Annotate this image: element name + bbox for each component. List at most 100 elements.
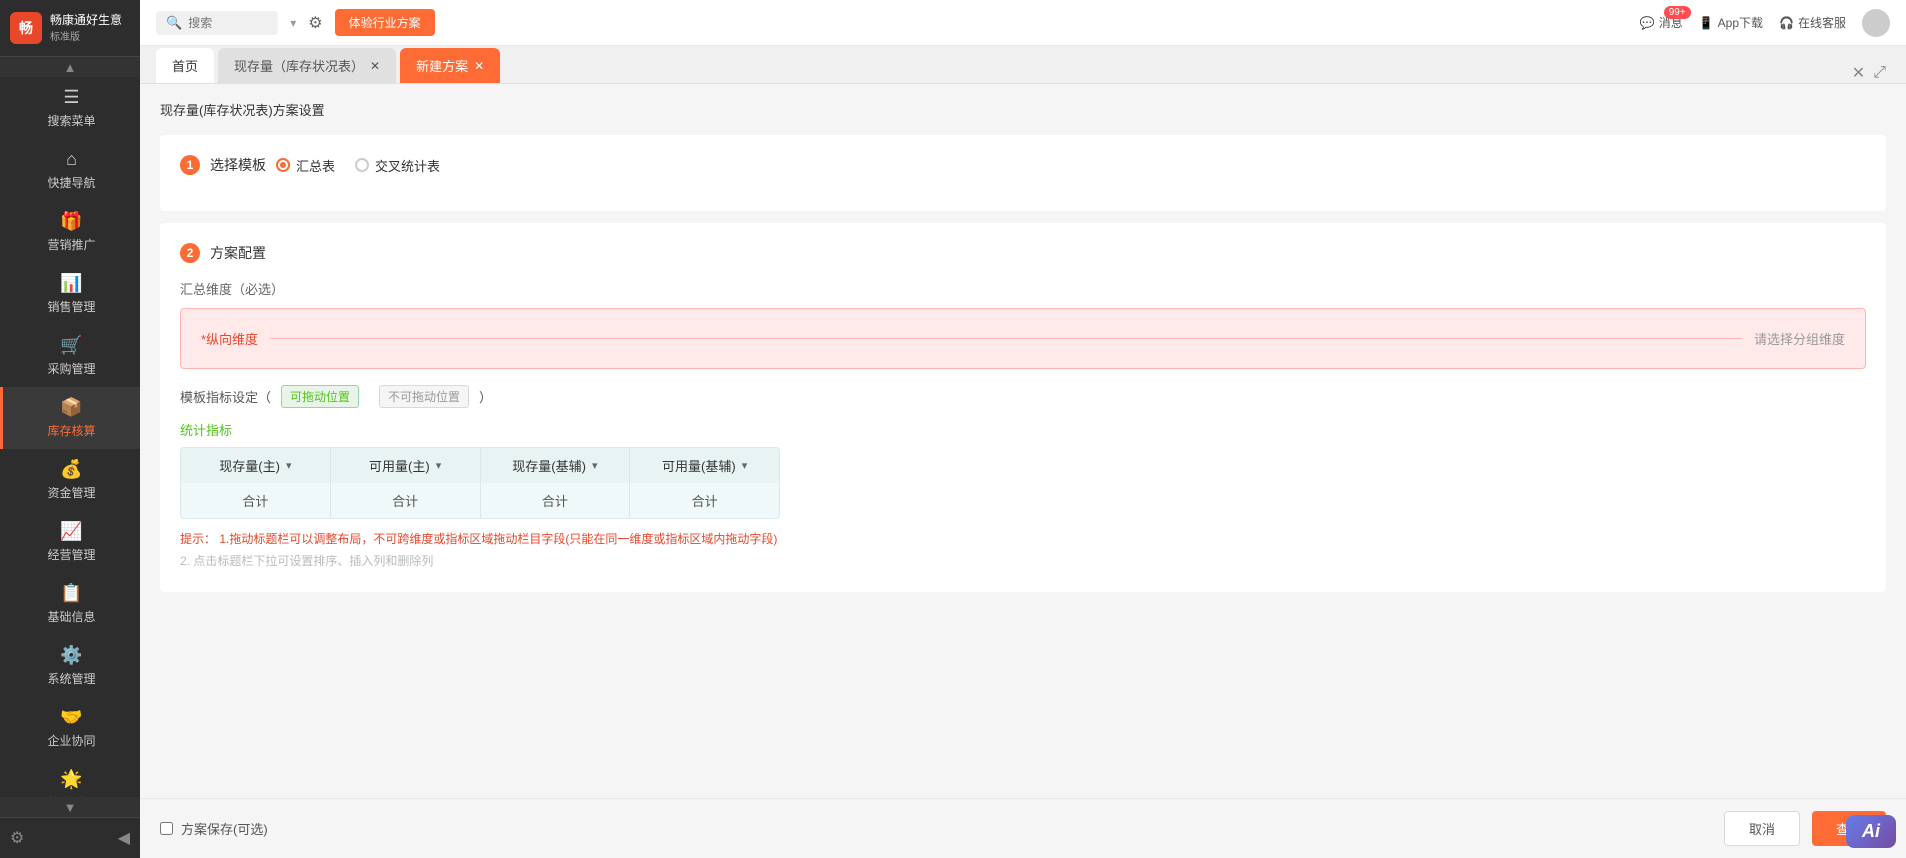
ai-badge[interactable]: Ai xyxy=(1846,815,1896,848)
settings-icon[interactable]: ⚙ xyxy=(10,828,24,848)
save-option[interactable]: 方案保存(可选) xyxy=(160,819,268,838)
footer: 方案保存(可选) 取消 查询 xyxy=(140,798,1906,858)
stats-cell-4: 合计 xyxy=(630,483,779,518)
stats-col-4[interactable]: 可用量(基辅) ▾ xyxy=(630,448,779,483)
headset-icon: 🎧 xyxy=(1779,16,1794,30)
step1-card: 1 选择模板 汇总表 交叉统计表 xyxy=(160,135,1886,211)
required-field-label: *纵向维度 xyxy=(201,329,258,348)
sidebar-item-newuser[interactable]: 🌟 新手引导 xyxy=(0,759,140,797)
radio-summary[interactable]: 汇总表 xyxy=(276,156,335,175)
col4-chevron[interactable]: ▾ xyxy=(742,459,748,472)
purchase-icon: 🛒 xyxy=(60,335,82,356)
search-menu-icon: ☰ xyxy=(63,87,79,108)
search-input[interactable] xyxy=(188,16,268,30)
template-radio-group: 汇总表 交叉统计表 xyxy=(276,156,440,175)
required-placeholder: 请选择分组维度 xyxy=(1754,329,1845,348)
tab-close-all-icon[interactable]: ✕ xyxy=(1852,63,1865,83)
system-icon: ⚙️ xyxy=(60,645,82,666)
sidebar-item-sales[interactable]: 📊 销售管理 xyxy=(0,263,140,325)
step2-card: 2 方案配置 汇总维度（必选） *纵向维度 请选择分组维度 模板指标设定（ 可拖… xyxy=(160,223,1886,592)
step1-title: 选择模板 xyxy=(210,155,266,175)
service-button[interactable]: 🎧 在线客服 xyxy=(1779,14,1846,31)
tips-title: 提示： 1.拖动标题栏可以调整布局，不可跨维度或指标区域拖动栏目字段(只能在同一… xyxy=(180,529,1866,551)
page-title: 现存量(库存状况表)方案设置 xyxy=(160,100,1886,119)
col2-chevron[interactable]: ▾ xyxy=(436,459,442,472)
sidebar-item-quick-nav[interactable]: ⌂ 快捷导航 xyxy=(0,139,140,201)
tab-inventory-status[interactable]: 现存量（库存状况表） ✕ xyxy=(218,48,396,83)
sidebar-item-operation[interactable]: 📈 经营管理 xyxy=(0,511,140,573)
stats-col-2[interactable]: 可用量(主) ▾ xyxy=(331,448,481,483)
stats-table: 现存量(主) ▾ 可用量(主) ▾ 现存量(基辅) ▾ 可用量(基辅) ▾ xyxy=(180,447,780,519)
tab-inventory-close[interactable]: ✕ xyxy=(370,59,380,73)
stats-table-header: 现存量(主) ▾ 可用量(主) ▾ 现存量(基辅) ▾ 可用量(基辅) ▾ xyxy=(181,448,779,483)
tab-new-plan-close[interactable]: ✕ xyxy=(474,59,484,73)
stats-table-body: 合计 合计 合计 合计 xyxy=(181,483,779,518)
indicator-settings: 模板指标设定（ 可拖动位置 不可拖动位置 ） xyxy=(180,385,1866,408)
messages-button[interactable]: 💬 消息 99+ xyxy=(1640,14,1683,31)
radio-crosstab[interactable]: 交叉统计表 xyxy=(355,156,440,175)
cancel-button[interactable]: 取消 xyxy=(1724,811,1800,846)
tab-home[interactable]: 首页 xyxy=(156,48,214,83)
stats-col-3[interactable]: 现存量(基辅) ▾ xyxy=(481,448,631,483)
summary-dim-label: 汇总维度（必选） xyxy=(180,279,1866,298)
sidebar-logo: 畅 畅康通好生意 标准版 xyxy=(0,0,140,57)
sidebar-item-basic[interactable]: 📋 基础信息 xyxy=(0,573,140,635)
col1-chevron[interactable]: ▾ xyxy=(286,459,292,472)
gear-icon[interactable]: ⚙ xyxy=(308,13,322,33)
step2-header: 2 方案配置 xyxy=(180,243,1866,263)
newuser-icon: 🌟 xyxy=(60,769,82,790)
stats-label: 统计指标 xyxy=(180,420,1866,439)
required-line xyxy=(270,338,1742,339)
indicator-settings-label: 模板指标设定（ 可拖动位置 不可拖动位置 ） xyxy=(180,385,1866,408)
step2-title: 方案配置 xyxy=(210,243,266,263)
tips-item2: 2. 点击标题栏下拉可设置排序、插入列和删除列 xyxy=(180,551,1866,573)
message-icon: 💬 xyxy=(1640,16,1655,30)
col3-chevron[interactable]: ▾ xyxy=(592,459,598,472)
tab-expand-icon[interactable]: ⤢ xyxy=(1873,64,1886,82)
topbar-search-box[interactable]: 🔍 xyxy=(156,11,278,35)
content-area: 现存量(库存状况表)方案设置 1 选择模板 汇总表 交叉统计表 xyxy=(140,84,1906,798)
sidebar: 畅 畅康通好生意 标准版 ▲ ☰ 搜索菜单 ⌂ 快捷导航 🎁 营销推广 📊 销售… xyxy=(0,0,140,858)
logo-icon: 畅 xyxy=(10,12,42,44)
save-checkbox[interactable] xyxy=(160,822,173,835)
tabbar: 首页 现存量（库存状况表） ✕ 新建方案 ✕ ✕ ⤢ xyxy=(140,46,1906,84)
user-avatar[interactable] xyxy=(1862,9,1890,37)
radio-summary-circle xyxy=(276,158,290,172)
topbar-right: 💬 消息 99+ 📱 App下载 🎧 在线客服 xyxy=(1640,9,1890,37)
sidebar-bottom: ⚙ ◀ xyxy=(0,817,140,858)
stats-col-1[interactable]: 现存量(主) ▾ xyxy=(181,448,331,483)
collapse-icon[interactable]: ◀ xyxy=(118,828,130,848)
sidebar-item-search-menu[interactable]: ☰ 搜索菜单 xyxy=(0,77,140,139)
step1-header: 1 选择模板 汇总表 交叉统计表 xyxy=(180,155,1866,175)
app-download-button[interactable]: 📱 App下载 xyxy=(1699,14,1763,31)
trial-button[interactable]: 体验行业方案 xyxy=(335,9,435,36)
sidebar-scroll-down[interactable]: ▼ xyxy=(0,797,140,817)
tab-new-plan[interactable]: 新建方案 ✕ xyxy=(400,48,500,83)
sidebar-item-system[interactable]: ⚙️ 系统管理 xyxy=(0,635,140,697)
logo-text: 畅康通好生意 标准版 xyxy=(50,13,122,44)
sales-icon: 📊 xyxy=(60,273,82,294)
search-dropdown-icon[interactable]: ▾ xyxy=(290,16,296,30)
step1-badge: 1 xyxy=(180,155,200,175)
sidebar-item-purchase[interactable]: 🛒 采购管理 xyxy=(0,325,140,387)
phone-icon: 📱 xyxy=(1699,16,1714,30)
required-area[interactable]: *纵向维度 请选择分组维度 xyxy=(180,308,1866,369)
step2-badge: 2 xyxy=(180,243,200,263)
marketing-icon: 🎁 xyxy=(60,211,82,232)
radio-crosstab-circle xyxy=(355,158,369,172)
topbar: 🔍 ▾ ⚙ 体验行业方案 💬 消息 99+ 📱 App下载 🎧 在线客服 xyxy=(140,0,1906,46)
quick-nav-icon: ⌂ xyxy=(66,149,77,170)
contract-icon: 🤝 xyxy=(60,707,82,728)
non-draggable-badge: 不可拖动位置 xyxy=(379,385,469,408)
main: 🔍 ▾ ⚙ 体验行业方案 💬 消息 99+ 📱 App下载 🎧 在线客服 xyxy=(140,0,1906,858)
basic-icon: 📋 xyxy=(60,583,82,604)
sidebar-item-inventory[interactable]: 📦 库存核算 xyxy=(0,387,140,449)
draggable-badge: 可拖动位置 xyxy=(281,385,359,408)
sidebar-item-marketing[interactable]: 🎁 营销推广 xyxy=(0,201,140,263)
search-icon: 🔍 xyxy=(166,15,182,31)
finance-icon: 💰 xyxy=(60,459,82,480)
sidebar-item-contract[interactable]: 🤝 企业协同 xyxy=(0,697,140,759)
sidebar-scroll-up[interactable]: ▲ xyxy=(0,57,140,77)
sidebar-item-finance[interactable]: 💰 资金管理 xyxy=(0,449,140,511)
stats-cell-1: 合计 xyxy=(181,483,331,518)
